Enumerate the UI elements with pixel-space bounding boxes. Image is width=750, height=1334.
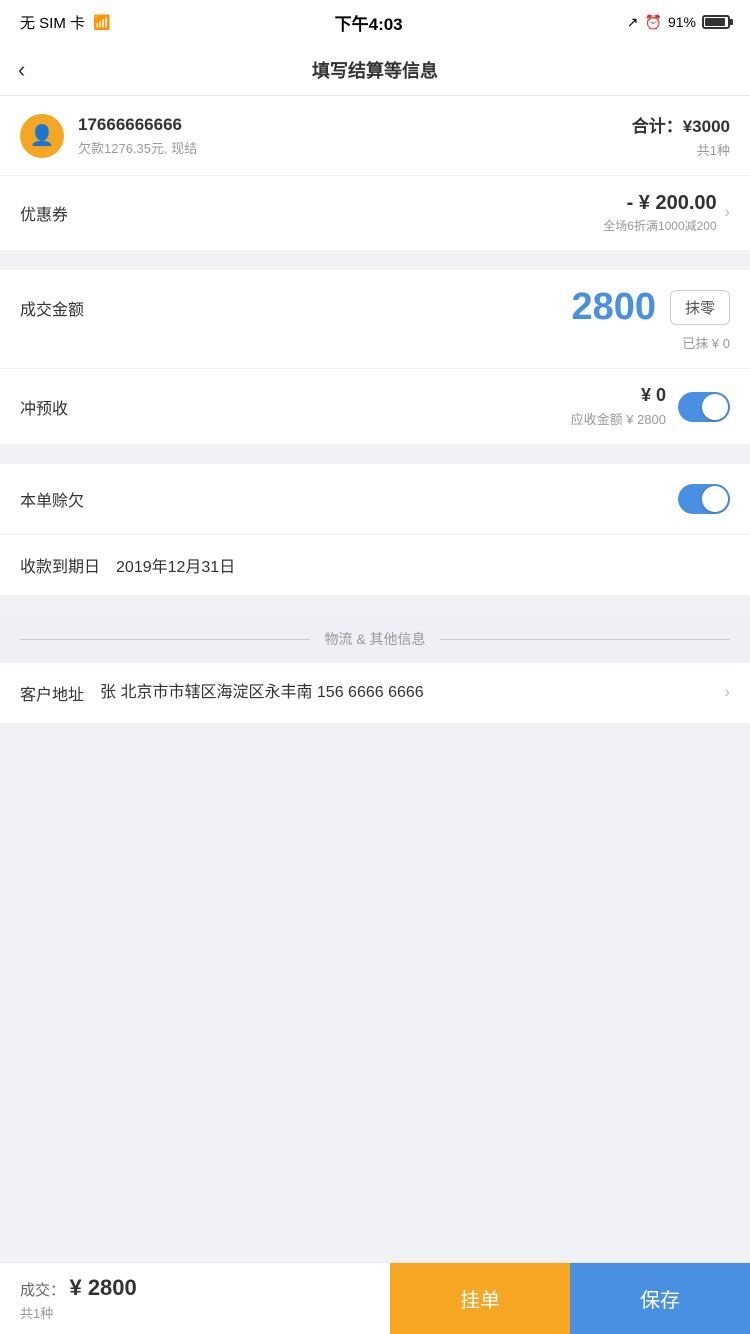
address-chevron-icon: › xyxy=(725,684,730,702)
bottom-bar: 成交： ¥ 2800 共1种 挂单 保存 xyxy=(0,1262,750,1334)
location-icon: ↗ xyxy=(627,14,639,31)
avatar-icon: 👤 xyxy=(30,123,55,148)
sim-label: 无 SIM 卡 xyxy=(20,12,85,33)
user-info-card: 👤 17666666666 欠款1276.35元, 现结 合计：¥3000 共1… xyxy=(0,96,750,250)
battery-percent: 91% xyxy=(668,14,696,30)
due-date-value: 2019年12月31日 xyxy=(116,553,235,577)
avatar: 👤 xyxy=(20,114,64,158)
wifi-icon: 📶 xyxy=(93,14,110,31)
prepay-toggle-knob xyxy=(702,394,728,420)
coupon-discount: - ¥ 200.00 xyxy=(603,192,716,215)
due-date-label: 收款到期日 xyxy=(20,553,100,577)
bottom-count: 共1种 xyxy=(20,1303,370,1322)
coupon-desc: 全场6折满1000减200 xyxy=(603,217,716,234)
section-gap-3 xyxy=(0,605,750,615)
coupon-label: 优惠券 xyxy=(20,201,68,225)
total-count: 共1种 xyxy=(632,140,730,159)
total-amount-value: ¥3000 xyxy=(683,117,730,136)
address-value: 张 北京市市辖区海淀区永丰南 156 6666 6666 xyxy=(100,681,725,705)
address-section[interactable]: 客户地址 张 北京市市辖区海淀区永丰南 156 6666 6666 › xyxy=(0,663,750,723)
status-right: ↗ ⏰ 91% xyxy=(627,14,730,31)
amount-value: 2800 xyxy=(571,286,656,329)
debt-label: 本单赊欠 xyxy=(20,487,84,511)
prepay-section: 冲预收 ¥ 0 应收金额 ¥ 2800 xyxy=(0,368,750,444)
section-gap-1 xyxy=(0,260,750,270)
section-gap-2 xyxy=(0,454,750,464)
empty-area xyxy=(0,733,750,853)
bottom-summary: 成交： ¥ 2800 共1种 xyxy=(0,1275,390,1322)
back-button[interactable]: ‹ xyxy=(18,57,25,83)
amount-label: 成交金额 xyxy=(20,296,84,320)
total-label: 合计： xyxy=(632,117,683,136)
address-label: 客户地址 xyxy=(20,681,84,705)
debt-section: 本单赊欠 xyxy=(0,464,750,534)
coupon-right: - ¥ 200.00 全场6折满1000减200 › xyxy=(603,192,730,234)
clock-icon: ⏰ xyxy=(645,14,662,31)
user-phone: 17666666666 xyxy=(78,115,632,135)
prepay-toggle[interactable] xyxy=(678,392,730,422)
prepay-label: 冲预收 xyxy=(20,395,68,419)
amount-right: 2800 抹零 xyxy=(571,286,730,329)
bottom-price: ¥ 2800 xyxy=(69,1275,136,1300)
amount-sub: 已抹 ¥ 0 xyxy=(20,333,730,352)
bottom-deal-label: 成交： xyxy=(20,1282,65,1299)
logistics-label: 物流 & 其他信息 xyxy=(324,629,425,649)
battery-bar xyxy=(702,15,730,29)
round-button[interactable]: 抹零 xyxy=(670,290,730,325)
prepay-sub: 应收金额 ¥ 2800 xyxy=(571,409,666,428)
user-debt: 欠款1276.35元, 现结 xyxy=(78,138,632,157)
total-amount: 合计：¥3000 xyxy=(632,112,730,137)
debt-toggle[interactable] xyxy=(678,484,730,514)
debt-toggle-knob xyxy=(702,486,728,512)
coupon-row[interactable]: 优惠券 - ¥ 200.00 全场6折满1000减200 › xyxy=(0,176,750,250)
coupon-info: - ¥ 200.00 全场6折满1000减200 xyxy=(603,192,716,234)
logistics-divider: 物流 & 其他信息 xyxy=(0,615,750,663)
prepay-right: ¥ 0 应收金额 ¥ 2800 xyxy=(571,385,730,428)
prepay-row: 冲预收 ¥ 0 应收金额 ¥ 2800 xyxy=(20,385,730,428)
user-total: 合计：¥3000 共1种 xyxy=(632,112,730,159)
status-bar: 无 SIM 卡 📶 下午4:03 ↗ ⏰ 91% xyxy=(0,0,750,44)
bottom-deal-row: 成交： ¥ 2800 xyxy=(20,1275,370,1301)
save-button[interactable]: 保存 xyxy=(570,1263,750,1334)
page-title: 填写结算等信息 xyxy=(312,57,438,83)
coupon-chevron-icon: › xyxy=(725,204,730,222)
user-info: 17666666666 欠款1276.35元, 现结 xyxy=(78,115,632,157)
prepay-amount-block: ¥ 0 应收金额 ¥ 2800 xyxy=(571,385,666,428)
battery-fill xyxy=(705,18,725,26)
due-date-section: 收款到期日 2019年12月31日 xyxy=(0,534,750,595)
hang-button[interactable]: 挂单 xyxy=(390,1263,570,1334)
amount-section: 成交金额 2800 抹零 已抹 ¥ 0 xyxy=(0,270,750,368)
content: 👤 17666666666 欠款1276.35元, 现结 合计：¥3000 共1… xyxy=(0,96,750,853)
user-row: 👤 17666666666 欠款1276.35元, 现结 合计：¥3000 共1… xyxy=(0,96,750,176)
prepay-amount: ¥ 0 xyxy=(571,385,666,406)
amount-row: 成交金额 2800 抹零 xyxy=(20,286,730,329)
divider-line-left xyxy=(20,639,310,640)
amount-card: 成交金额 2800 抹零 已抹 ¥ 0 冲预收 ¥ 0 应收金额 ¥ 2800 xyxy=(0,270,750,444)
debt-card: 本单赊欠 收款到期日 2019年12月31日 xyxy=(0,464,750,595)
status-time: 下午4:03 xyxy=(335,10,403,35)
nav-bar: ‹ 填写结算等信息 xyxy=(0,44,750,96)
status-left: 无 SIM 卡 📶 xyxy=(20,12,110,33)
divider-line-right xyxy=(440,639,730,640)
